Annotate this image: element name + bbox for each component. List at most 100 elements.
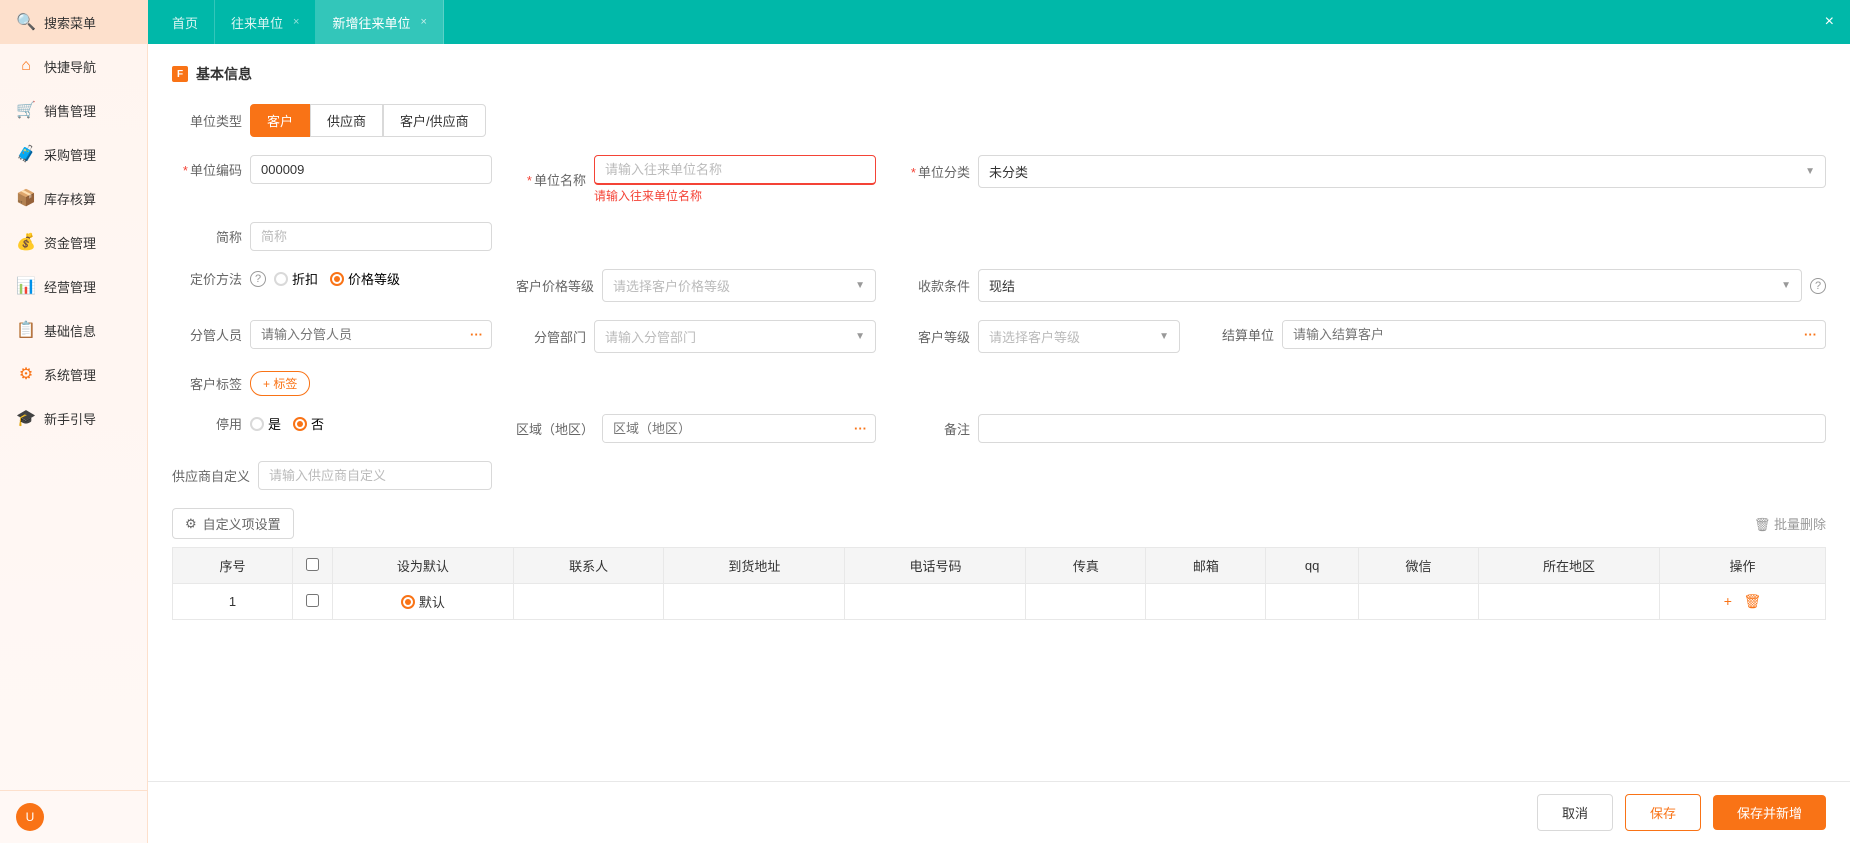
disabled-no-radio[interactable]: 否 xyxy=(293,414,324,433)
chart-icon: 📊 xyxy=(16,276,36,296)
custom-settings-button[interactable]: ⚙ 自定义项设置 xyxy=(172,508,294,539)
pricing-discount-radio[interactable]: 折扣 xyxy=(274,269,318,288)
row-contact xyxy=(513,584,663,620)
unit-type-row: 单位类型 客户 供应商 客户/供应商 xyxy=(172,104,1826,137)
chevron-down-icon: ▼ xyxy=(855,331,865,342)
disabled-no-circle xyxy=(293,417,307,431)
disabled-region-row: 停用 是 否 区域（地区） ··· xyxy=(172,414,1826,443)
unit-code-input[interactable] xyxy=(250,155,492,184)
unit-category-group: *单位分类 未分类 ▼ xyxy=(900,155,1826,188)
cancel-button[interactable]: 取消 xyxy=(1537,794,1613,831)
sidebar: 🔍 搜索菜单 ⌂ 快捷导航 🛒 销售管理 🧳 采购管理 📦 库存核算 💰 资金管… xyxy=(0,0,148,843)
tab-partners-close-icon[interactable]: × xyxy=(293,16,299,28)
row-delete-button[interactable]: 🗑 xyxy=(1740,593,1766,610)
save-new-button[interactable]: 保存并新增 xyxy=(1713,795,1826,830)
section-title: 基本信息 xyxy=(196,64,252,84)
list-icon: 📋 xyxy=(16,320,36,340)
unit-name-wrap: 请输入往来单位名称 xyxy=(594,155,876,204)
dept-select[interactable]: 请输入分管部门 ▼ xyxy=(594,320,876,353)
tab-home-label: 首页 xyxy=(172,13,198,32)
col-default: 设为默认 xyxy=(332,548,513,584)
region-input-wrap: ··· xyxy=(602,414,876,443)
unit-code-group: *单位编码 xyxy=(172,155,492,184)
cart-icon: 🛒 xyxy=(16,100,36,120)
short-name-input[interactable] xyxy=(250,222,492,251)
remarks-group: 备注 xyxy=(900,414,1826,443)
row-default-radio[interactable]: 默认 xyxy=(345,592,501,611)
unit-type-both-button[interactable]: 客户/供应商 xyxy=(383,104,486,137)
unit-name-label: *单位名称 xyxy=(516,170,586,189)
select-all-checkbox[interactable] xyxy=(306,558,319,571)
settlement-input[interactable] xyxy=(1283,321,1796,348)
sidebar-item-label: 搜索菜单 xyxy=(44,13,96,32)
sidebar-item-basic[interactable]: 📋 基础信息 xyxy=(0,308,147,352)
batch-delete-button[interactable]: 🗑 批量删除 xyxy=(1754,514,1826,533)
row-wechat xyxy=(1359,584,1479,620)
row-index: 1 xyxy=(173,584,293,620)
tab-partners[interactable]: 往来单位 × xyxy=(215,0,316,44)
tab-home[interactable]: 首页 xyxy=(156,0,215,44)
unit-name-input[interactable] xyxy=(594,155,876,185)
tags-group: 客户标签 + 标签 xyxy=(172,371,1826,396)
contact-table: 序号 设为默认 联系人 到货地址 电话号码 传真 邮箱 qq 微信 所在地区 操… xyxy=(172,547,1826,620)
sidebar-item-finance[interactable]: 💰 资金管理 xyxy=(0,220,147,264)
row-add-button[interactable]: + xyxy=(1720,593,1736,609)
customer-level-select[interactable]: 请选择客户等级 ▼ xyxy=(978,320,1180,353)
sidebar-item-newbie[interactable]: 🎓 新手引导 xyxy=(0,396,147,440)
col-phone: 电话号码 xyxy=(845,548,1026,584)
manager-more-icon[interactable]: ··· xyxy=(462,321,491,348)
disabled-yes-radio[interactable]: 是 xyxy=(250,414,281,433)
sidebar-item-search[interactable]: 🔍 搜索菜单 xyxy=(0,0,147,44)
sidebar-item-operations[interactable]: 📊 经营管理 xyxy=(0,264,147,308)
row-default: 默认 xyxy=(332,584,513,620)
payment-terms-select[interactable]: 现结 ▼ xyxy=(978,269,1802,302)
sidebar-item-quicknav[interactable]: ⌂ 快捷导航 xyxy=(0,44,147,88)
pricing-row: 定价方法 ? 折扣 价格等级 客户价格等级 请选择客户价格等 xyxy=(172,269,1826,302)
home-icon: ⌂ xyxy=(16,56,36,76)
row-phone xyxy=(845,584,1026,620)
save-button[interactable]: 保存 xyxy=(1625,794,1701,831)
pricing-level-radio[interactable]: 价格等级 xyxy=(330,269,400,288)
manager-label: 分管人员 xyxy=(172,325,242,344)
unit-category-label: *单位分类 xyxy=(900,162,970,181)
sidebar-item-label: 基础信息 xyxy=(44,321,96,340)
row-checkbox[interactable] xyxy=(306,594,319,607)
customer-price-level-select[interactable]: 请选择客户价格等级 ▼ xyxy=(602,269,876,302)
add-tag-button[interactable]: + 标签 xyxy=(250,371,310,396)
settlement-more-icon[interactable]: ··· xyxy=(1796,321,1825,348)
sidebar-item-label: 库存核算 xyxy=(44,189,96,208)
unit-name-group: *单位名称 请输入往来单位名称 xyxy=(516,155,876,204)
disabled-yes-circle xyxy=(250,417,264,431)
tab-new-partner-close-icon[interactable]: × xyxy=(420,16,426,28)
sidebar-item-inventory[interactable]: 📦 库存核算 xyxy=(0,176,147,220)
customer-level-label: 客户等级 xyxy=(900,327,970,346)
bag-icon: 🧳 xyxy=(16,144,36,164)
sidebar-item-purchase[interactable]: 🧳 采购管理 xyxy=(0,132,147,176)
tab-new-partner[interactable]: 新增往来单位 × xyxy=(316,0,443,44)
remarks-input[interactable] xyxy=(978,414,1826,443)
sidebar-item-system[interactable]: ⚙ 系统管理 xyxy=(0,352,147,396)
tab-bar: 首页 往来单位 × 新增往来单位 × × xyxy=(148,0,1850,44)
main-area: 首页 往来单位 × 新增往来单位 × × F 基本信息 单位类型 客户 xyxy=(148,0,1850,843)
close-all-tabs-button[interactable]: × xyxy=(1817,13,1842,31)
col-fax: 传真 xyxy=(1026,548,1146,584)
gear-icon: ⚙ xyxy=(16,364,36,384)
pricing-method-label: 定价方法 xyxy=(172,269,242,288)
payment-help-icon[interactable]: ? xyxy=(1810,278,1826,294)
region-more-icon[interactable]: ··· xyxy=(846,415,875,442)
manager-input[interactable] xyxy=(251,321,462,348)
money-icon: 💰 xyxy=(16,232,36,252)
unit-type-supplier-button[interactable]: 供应商 xyxy=(310,104,383,137)
disabled-radio-group: 是 否 xyxy=(250,414,324,433)
gear-icon: ⚙ xyxy=(185,516,197,532)
box-icon: 📦 xyxy=(16,188,36,208)
unit-category-select[interactable]: 未分类 ▼ xyxy=(978,155,1826,188)
row-qq xyxy=(1266,584,1359,620)
table-toolbar: ⚙ 自定义项设置 🗑 批量删除 xyxy=(172,508,1826,539)
sidebar-item-sales[interactable]: 🛒 销售管理 xyxy=(0,88,147,132)
unit-type-customer-button[interactable]: 客户 xyxy=(250,104,310,137)
customer-price-level-label: 客户价格等级 xyxy=(516,276,594,295)
pricing-help-icon[interactable]: ? xyxy=(250,271,266,287)
supplier-custom-input[interactable] xyxy=(258,461,492,490)
region-input[interactable] xyxy=(603,415,846,442)
